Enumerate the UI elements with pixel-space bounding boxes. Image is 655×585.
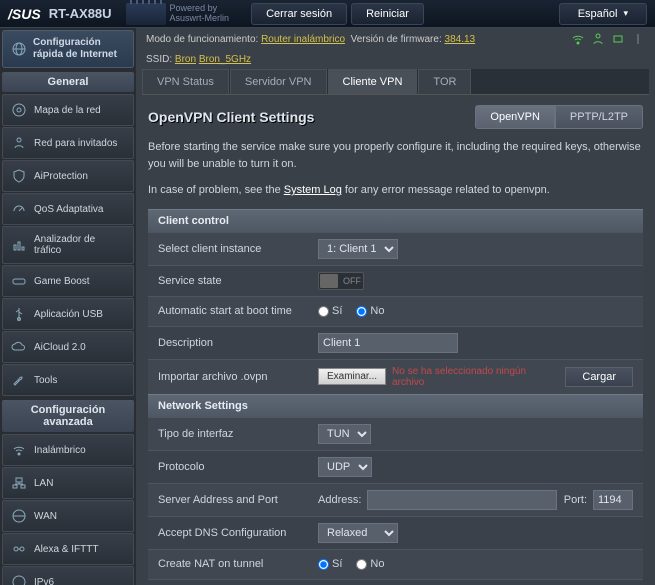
section-client-control: Client control xyxy=(148,209,643,232)
wifi-status-icon[interactable] xyxy=(571,32,585,46)
iface-select[interactable]: TUN xyxy=(318,424,371,444)
top-buttons: Cerrar sesión Reiniciar xyxy=(249,3,426,25)
tab-vpn-server[interactable]: Servidor VPN xyxy=(230,69,327,94)
usb-icon xyxy=(11,306,27,322)
logout-button[interactable]: Cerrar sesión xyxy=(251,3,347,25)
nat-no[interactable] xyxy=(356,559,367,570)
browse-button[interactable]: Examinar... xyxy=(318,368,386,385)
firmware-link[interactable]: 384.13 xyxy=(445,34,476,45)
globe-icon xyxy=(11,41,27,57)
network-icon xyxy=(11,102,27,118)
dns-select[interactable]: Relaxed xyxy=(318,523,398,543)
content: OpenVPN Client Settings OpenVPN PPTP/L2T… xyxy=(136,95,655,585)
gauge-icon xyxy=(11,201,27,217)
sidebar-item-qos[interactable]: QoS Adaptativa xyxy=(2,193,134,225)
autostart-label: Automatic start at boot time xyxy=(158,305,318,317)
openvpn-button[interactable]: OpenVPN xyxy=(475,105,555,129)
tab-tor[interactable]: TOR xyxy=(418,69,471,94)
sidebar-item-lan[interactable]: LAN xyxy=(2,467,134,499)
section-general: General xyxy=(2,72,134,92)
ssid2[interactable]: Bron_5GHz xyxy=(199,54,251,65)
port-input[interactable] xyxy=(593,490,633,510)
nat-label: Create NAT on tunnel xyxy=(158,558,318,570)
alexa-icon xyxy=(11,541,27,557)
sidebar-item-tools[interactable]: Tools xyxy=(2,364,134,396)
section-network: Network Settings xyxy=(148,394,643,417)
wan-icon xyxy=(11,508,27,524)
tabs: VPN Status Servidor VPN Cliente VPN TOR xyxy=(142,69,649,95)
reboot-button[interactable]: Reiniciar xyxy=(351,3,424,25)
sidebar-item-alexa[interactable]: Alexa & IFTTT xyxy=(2,533,134,565)
autostart-radio: Sí No xyxy=(318,305,384,317)
powered-by: Powered by Asuswrt-Merlin xyxy=(170,4,230,24)
ssid-bar: SSID: Bron Bron_5GHz xyxy=(136,50,655,69)
sidebar-item-guest[interactable]: Red para invitados xyxy=(2,127,134,159)
tab-vpn-client[interactable]: Cliente VPN xyxy=(328,69,418,94)
sidebar-item-network-map[interactable]: Mapa de la red xyxy=(2,94,134,126)
description-input[interactable] xyxy=(318,333,458,353)
header: /SUS RT-AX88U Powered by Asuswrt-Merlin … xyxy=(0,0,655,28)
sidebar-item-ipv6[interactable]: IPv6 xyxy=(2,566,134,585)
proto-label: Protocolo xyxy=(158,461,318,473)
server-label: Server Address and Port xyxy=(158,494,318,506)
nat-yes[interactable] xyxy=(318,559,329,570)
shield-icon xyxy=(11,168,27,184)
service-state-toggle[interactable]: OFF xyxy=(318,272,364,290)
autostart-no[interactable] xyxy=(356,306,367,317)
ssid1[interactable]: Bron xyxy=(175,54,196,65)
no-file-text: No se ha seleccionado ningún archivo xyxy=(392,366,559,388)
language-select[interactable]: Español xyxy=(559,3,647,25)
model-name: RT-AX88U xyxy=(49,6,112,21)
sidebar-item-traffic[interactable]: Analizador de tráfico xyxy=(2,226,134,264)
page-title: OpenVPN Client Settings xyxy=(148,109,314,125)
sidebar-item-wireless[interactable]: Inalámbrico xyxy=(2,434,134,466)
sidebar: Configuración rápida de Internet General… xyxy=(0,28,136,585)
proto-select[interactable]: UDP xyxy=(318,457,372,477)
usb-status-icon[interactable] xyxy=(631,32,645,46)
system-log-link[interactable]: System Log xyxy=(284,184,342,196)
sidebar-item-aicloud[interactable]: AiCloud 2.0 xyxy=(2,331,134,363)
tab-vpn-status[interactable]: VPN Status xyxy=(142,69,229,94)
status-icons xyxy=(571,32,645,46)
guest-icon xyxy=(11,135,27,151)
iface-label: Tipo de interfaz xyxy=(158,428,318,440)
state-label: Service state xyxy=(158,275,318,287)
protocol-buttons: OpenVPN PPTP/L2TP xyxy=(475,105,643,129)
lan-icon xyxy=(11,475,27,491)
main: Modo de funcionamiento: Router inalámbri… xyxy=(136,28,655,585)
import-label: Importar archivo .ovpn xyxy=(158,371,318,383)
info-bar: Modo de funcionamiento: Router inalámbri… xyxy=(136,28,655,50)
container: Configuración rápida de Internet General… xyxy=(0,28,655,585)
description-1: Before starting the service make sure yo… xyxy=(148,139,643,172)
sidebar-item-wan[interactable]: WAN xyxy=(2,500,134,532)
address-input[interactable] xyxy=(367,490,557,510)
nat-radio: Sí No xyxy=(318,558,384,570)
sidebar-item-usb[interactable]: Aplicación USB xyxy=(2,298,134,330)
eth-status-icon[interactable] xyxy=(611,32,625,46)
wifi-icon xyxy=(11,442,27,458)
instance-select[interactable]: 1: Client 1 xyxy=(318,239,398,259)
router-image xyxy=(126,3,166,25)
upload-button[interactable]: Cargar xyxy=(565,367,633,387)
section-advanced: Configuración avanzada xyxy=(2,400,134,432)
quick-setup-button[interactable]: Configuración rápida de Internet xyxy=(2,30,134,68)
chart-icon xyxy=(11,237,27,253)
pptp-button[interactable]: PPTP/L2TP xyxy=(555,105,643,129)
sidebar-item-gameboost[interactable]: Game Boost xyxy=(2,265,134,297)
autostart-yes[interactable] xyxy=(318,306,329,317)
user-status-icon[interactable] xyxy=(591,32,605,46)
brand-logo: /SUS xyxy=(8,6,41,22)
cloud-icon xyxy=(11,339,27,355)
desc-label: Description xyxy=(158,337,318,349)
gamepad-icon xyxy=(11,273,27,289)
description-2: In case of problem, see the System Log f… xyxy=(148,182,643,199)
dns-label: Accept DNS Configuration xyxy=(158,527,318,539)
wrench-icon xyxy=(11,372,27,388)
instance-label: Select client instance xyxy=(158,243,318,255)
sidebar-item-aiprotection[interactable]: AiProtection xyxy=(2,160,134,192)
page-head: OpenVPN Client Settings OpenVPN PPTP/L2T… xyxy=(148,105,643,129)
ipv6-icon xyxy=(11,574,27,585)
mode-link[interactable]: Router inalámbrico xyxy=(261,34,345,45)
